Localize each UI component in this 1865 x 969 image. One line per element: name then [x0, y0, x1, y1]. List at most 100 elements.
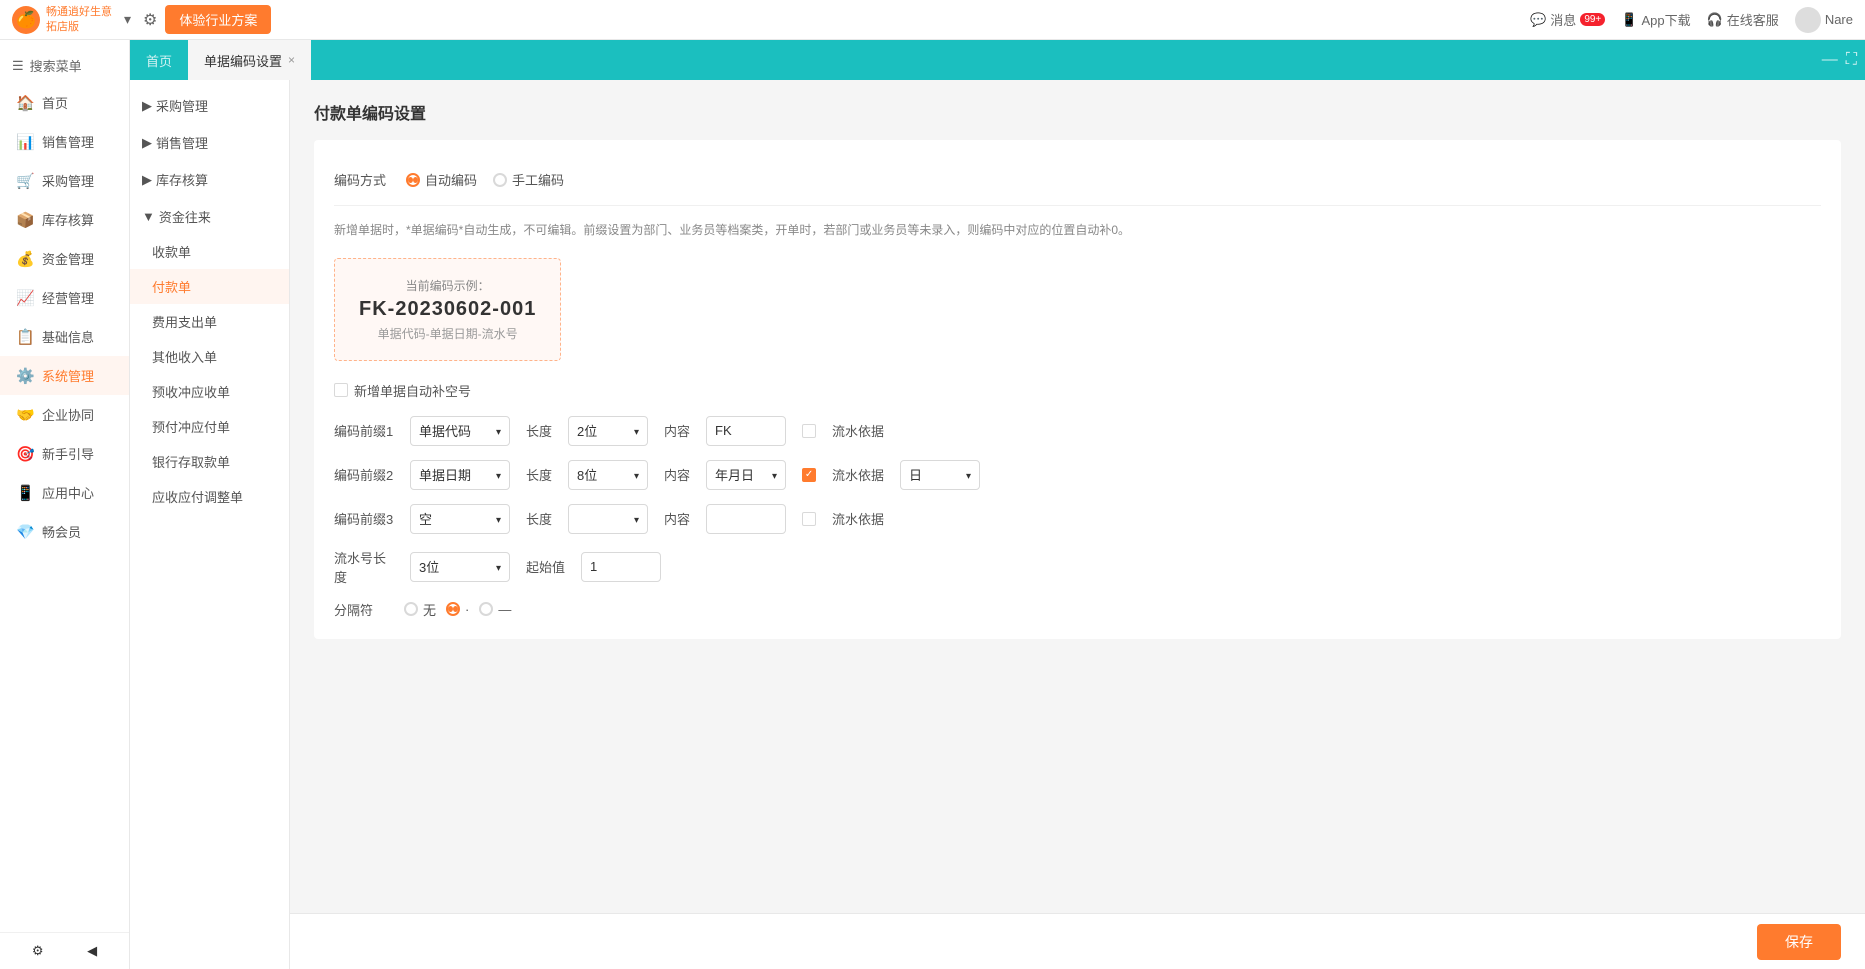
- start-value-input[interactable]: 1: [581, 552, 661, 582]
- length1-label: 长度: [526, 421, 552, 440]
- start-value-label: 起始值: [526, 557, 565, 576]
- content3-input[interactable]: [706, 504, 786, 534]
- inner-layout: ▶ 采购管理 ▶ 销售管理 ▶ 库存核算: [130, 80, 1865, 969]
- sub-nav-purchase-title[interactable]: ▶ 采购管理: [130, 88, 289, 123]
- prefix2-select[interactable]: 单据日期: [410, 460, 510, 490]
- content-area: 首页 单据编码设置 × — ⛶ ▶ 采购管理: [130, 40, 1865, 969]
- length2-select[interactable]: 8位: [568, 460, 648, 490]
- sidebar-item-sales[interactable]: 📊 销售管理: [0, 122, 129, 161]
- tab-maximize-icon[interactable]: ⛶: [1846, 51, 1857, 69]
- user-avatar[interactable]: Nare: [1795, 7, 1853, 33]
- separator-none[interactable]: 无: [404, 600, 436, 619]
- content2-select[interactable]: 年月日: [706, 460, 786, 490]
- tab-encoding-settings[interactable]: 单据编码设置 ×: [188, 40, 311, 80]
- encoding-method-row: 编码方式 自动编码 手工编码: [334, 160, 1821, 206]
- sidebar-item-home[interactable]: 🏠 首页: [0, 83, 129, 122]
- top-bar-right: 💬 消息 99+ 📱 App下载 🎧 在线客服 Nare: [1530, 7, 1853, 33]
- radio-manual[interactable]: 手工编码: [493, 170, 564, 189]
- length3-select[interactable]: [568, 504, 648, 534]
- service-icon: 🎧: [1707, 12, 1723, 28]
- length1-select[interactable]: 2位: [568, 416, 648, 446]
- sub-nav-item-receipt[interactable]: 收款单: [130, 234, 289, 269]
- serial-length-select[interactable]: 3位: [410, 552, 510, 582]
- length3-label: 长度: [526, 509, 552, 528]
- sidebar-item-system[interactable]: ⚙️ 系统管理: [0, 356, 129, 395]
- sub-nav-finance-title[interactable]: ▼ 资金往来: [130, 199, 289, 234]
- member-icon: 💎: [16, 523, 34, 541]
- sidebar-item-enterprise[interactable]: 🤝 企业协同: [0, 395, 129, 434]
- app-download-button[interactable]: 📱 App下载: [1621, 10, 1690, 29]
- radio-auto-circle: [406, 173, 420, 187]
- tab-home[interactable]: 首页: [130, 40, 188, 80]
- code-preview-value: FK-20230602-001: [359, 298, 536, 321]
- sub-nav-item-prepay-payable[interactable]: 预付冲应付单: [130, 409, 289, 444]
- auto-fill-checkbox[interactable]: [334, 383, 348, 397]
- separator-none-circle: [404, 602, 418, 616]
- sub-nav-inventory-title[interactable]: ▶ 库存核算: [130, 162, 289, 197]
- separator-dash-circle: [479, 602, 493, 616]
- sub-nav: ▶ 采购管理 ▶ 销售管理 ▶ 库存核算: [130, 80, 290, 969]
- serial-row: 流水号长度 3位 起始值 1: [334, 548, 1821, 586]
- collapse-icon[interactable]: ◀: [87, 943, 97, 959]
- online-service-button[interactable]: 🎧 在线客服: [1707, 10, 1779, 29]
- message-icon: 💬: [1530, 12, 1546, 28]
- sidebar-item-basic[interactable]: 📋 基础信息: [0, 317, 129, 356]
- prefix3-select[interactable]: 空: [410, 504, 510, 534]
- purchase-icon: 🛒: [16, 172, 34, 190]
- content2-label: 内容: [664, 465, 690, 484]
- message-button[interactable]: 💬 消息 99+: [1530, 10, 1605, 29]
- search-menu-button[interactable]: ☰ 搜索菜单: [0, 48, 129, 83]
- stream1-checkbox[interactable]: [802, 424, 816, 438]
- main-layout: ☰ 搜索菜单 🏠 首页 📊 销售管理 🛒 采购管理 📦 库存核算 💰 资金管理 …: [0, 40, 1865, 969]
- content1-label: 内容: [664, 421, 690, 440]
- prefix1-select[interactable]: 单据代码: [410, 416, 510, 446]
- content1-input[interactable]: FK: [706, 416, 786, 446]
- serial-length-chevron: [496, 559, 501, 574]
- separator-row: 分隔符 无 ·: [334, 600, 1821, 619]
- radio-manual-circle: [493, 173, 507, 187]
- tab-close-icon[interactable]: ×: [288, 53, 295, 67]
- sales-icon: 📊: [16, 133, 34, 151]
- prefix1-chevron: [496, 423, 501, 438]
- sub-nav-item-bank[interactable]: 银行存取款单: [130, 444, 289, 479]
- encoding-radio-group: 自动编码 手工编码: [406, 170, 564, 189]
- sidebar-item-member[interactable]: 💎 畅会员: [0, 512, 129, 551]
- radio-auto[interactable]: 自动编码: [406, 170, 477, 189]
- stream2-checkbox[interactable]: ✓: [802, 468, 816, 482]
- sidebar-item-inventory[interactable]: 📦 库存核算: [0, 200, 129, 239]
- stream2-unit-select[interactable]: 日: [900, 460, 980, 490]
- separator-dot[interactable]: ·: [446, 602, 469, 617]
- prefix1-label: 编码前缀1: [334, 421, 394, 440]
- sidebar-item-guide[interactable]: 🎯 新手引导: [0, 434, 129, 473]
- sub-nav-group-purchase: ▶ 采购管理: [130, 88, 289, 123]
- tab-minimize-icon[interactable]: —: [1822, 51, 1838, 69]
- prefix2-chevron: [496, 467, 501, 482]
- sidebar-item-apps[interactable]: 📱 应用中心: [0, 473, 129, 512]
- sidebar-bottom: ⚙ ◀: [0, 932, 129, 969]
- search-icon: ☰: [12, 58, 24, 74]
- trial-button[interactable]: 体验行业方案: [165, 5, 271, 34]
- stream2-unit-chevron: [966, 467, 971, 482]
- stream3-checkbox[interactable]: [802, 512, 816, 526]
- encoding-method-label: 编码方式: [334, 170, 386, 189]
- sub-nav-item-payment[interactable]: 付款单: [130, 269, 289, 304]
- nav-arrow-button[interactable]: ▾: [120, 7, 135, 32]
- code-preview-desc: 单据代码-单据日期-流水号: [359, 325, 536, 342]
- save-button[interactable]: 保存: [1757, 924, 1841, 960]
- settings-icon-button[interactable]: ⚙: [139, 6, 161, 34]
- length2-chevron: [634, 467, 639, 482]
- sub-nav-item-expense[interactable]: 费用支出单: [130, 304, 289, 339]
- sidebar-item-purchase[interactable]: 🛒 采购管理: [0, 161, 129, 200]
- sales-arrow-icon: ▶: [142, 135, 152, 151]
- serial-length-label: 流水号长度: [334, 548, 394, 586]
- separator-dash[interactable]: —: [479, 602, 511, 617]
- sub-nav-group-finance: ▼ 资金往来 收款单 付款单 费用支出单 其他收入单: [130, 199, 289, 514]
- sub-nav-sales-title[interactable]: ▶ 销售管理: [130, 125, 289, 160]
- info-text: 新增单据时，*单据编码*自动生成，不可编辑。前缀设置为部门、业务员等档案类，开单…: [334, 220, 1821, 242]
- sub-nav-item-prepay-receivable[interactable]: 预收冲应收单: [130, 374, 289, 409]
- settings-bottom-icon[interactable]: ⚙: [32, 943, 44, 959]
- sidebar-item-operations[interactable]: 📈 经营管理: [0, 278, 129, 317]
- sub-nav-item-other-income[interactable]: 其他收入单: [130, 339, 289, 374]
- sidebar-item-finance[interactable]: 💰 资金管理: [0, 239, 129, 278]
- sub-nav-item-adjustment[interactable]: 应收应付调整单: [130, 479, 289, 514]
